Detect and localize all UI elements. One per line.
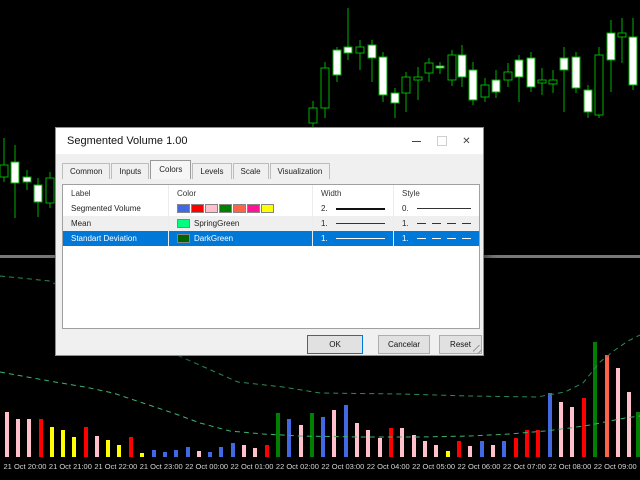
column-header-label[interactable]: Label [63,185,169,201]
style-line-sample [417,223,471,224]
width-line-sample [336,238,385,239]
indicator-properties-dialog: Segmented Volume 1.00 ✕ Common Inputs Co… [55,127,484,356]
svg-text:22 Oct 07:00: 22 Oct 07:00 [503,462,546,471]
row-style-cell: 0. [394,201,479,216]
width-value: 1. [321,234,328,243]
table-row-mean[interactable]: Mean SpringGreen 1. 1. [63,216,479,231]
svg-text:21 Oct 20:00: 21 Oct 20:00 [4,462,47,471]
style-value: 1. [402,234,409,243]
resize-grip[interactable] [473,345,482,354]
width-line-sample [336,207,385,210]
column-header-color[interactable]: Color [169,185,313,201]
style-line-sample [417,238,471,239]
tab-bar: Common Inputs Colors Levels Scale Visual… [62,160,331,179]
color-swatch [247,204,260,213]
color-swatch [191,204,204,213]
row-width-cell: 1. [313,231,394,246]
width-line-sample [336,223,385,224]
svg-text:22 Oct 00:00: 22 Oct 00:00 [185,462,228,471]
row-style-cell: 1. [394,216,479,231]
color-swatch [219,204,232,213]
color-swatch [233,204,246,213]
svg-text:21 Oct 22:00: 21 Oct 22:00 [94,462,137,471]
table-header-row: Label Color Width Style [63,185,479,201]
row-color-cell [169,201,313,216]
cancel-button[interactable]: Cancelar [378,335,430,354]
minimize-button[interactable] [404,131,429,151]
svg-text:22 Oct 01:00: 22 Oct 01:00 [231,462,274,471]
style-value: 0. [402,204,409,213]
metatrader-chart-window: 21 Oct 20:00 21 Oct 21:00 21 Oct 22:00 21 O… [0,0,640,480]
row-label: Mean [63,216,169,231]
svg-text:22 Oct 02:00: 22 Oct 02:00 [276,462,319,471]
svg-text:22 Oct 06:00: 22 Oct 06:00 [458,462,501,471]
style-line-sample [417,208,471,209]
svg-text:22 Oct 08:00: 22 Oct 08:00 [548,462,591,471]
tab-colors[interactable]: Colors [150,160,192,179]
row-label: Standart Deviation [63,231,169,246]
color-name: SpringGreen [194,219,240,228]
ok-button[interactable]: OK [307,335,363,354]
svg-text:22 Oct 09:00: 22 Oct 09:00 [594,462,637,471]
color-swatch [205,204,218,213]
row-label: Segmented Volume [63,201,169,216]
tab-inputs[interactable]: Inputs [111,163,150,179]
dialog-title: Segmented Volume 1.00 [67,135,188,147]
color-swatches [177,219,191,228]
color-swatches [177,234,191,243]
tab-levels[interactable]: Levels [192,163,232,179]
row-color-cell: SpringGreen [169,216,313,231]
width-value: 2. [321,204,328,213]
tab-common[interactable]: Common [62,163,111,179]
color-name: DarkGreen [194,234,234,243]
row-width-cell: 1. [313,216,394,231]
tab-visualization[interactable]: Visualization [269,163,331,179]
color-swatches [177,204,275,213]
svg-text:22 Oct 04:00: 22 Oct 04:00 [367,462,410,471]
window-controls: ✕ [404,128,479,154]
style-value: 1. [402,219,409,228]
dialog-titlebar[interactable]: Segmented Volume 1.00 ✕ [56,128,483,154]
column-header-style[interactable]: Style [394,185,479,201]
row-style-cell: 1. [394,231,479,246]
row-color-cell: DarkGreen [169,231,313,246]
svg-text:22 Oct 05:00: 22 Oct 05:00 [412,462,455,471]
colors-table: Label Color Width Style Segmented Volume… [62,184,480,329]
row-width-cell: 2. [313,201,394,216]
maximize-icon [436,136,447,146]
close-button[interactable]: ✕ [454,131,479,151]
minimize-icon [412,140,421,142]
svg-text:21 Oct 21:00: 21 Oct 21:00 [49,462,92,471]
tab-scale[interactable]: Scale [232,163,269,179]
close-icon: ✕ [462,135,471,147]
column-header-width[interactable]: Width [313,185,394,201]
svg-text:22 Oct 03:00: 22 Oct 03:00 [321,462,364,471]
width-value: 1. [321,219,328,228]
maximize-button[interactable] [429,131,454,151]
color-swatch [177,234,190,243]
svg-text:21 Oct 23:00: 21 Oct 23:00 [140,462,183,471]
color-swatch [261,204,274,213]
table-row-segmented-volume[interactable]: Segmented Volume 2. 0. [63,201,479,216]
color-swatch [177,219,190,228]
table-row-standart-deviation[interactable]: Standart Deviation DarkGreen 1. 1. [63,231,479,246]
color-swatch [177,204,190,213]
